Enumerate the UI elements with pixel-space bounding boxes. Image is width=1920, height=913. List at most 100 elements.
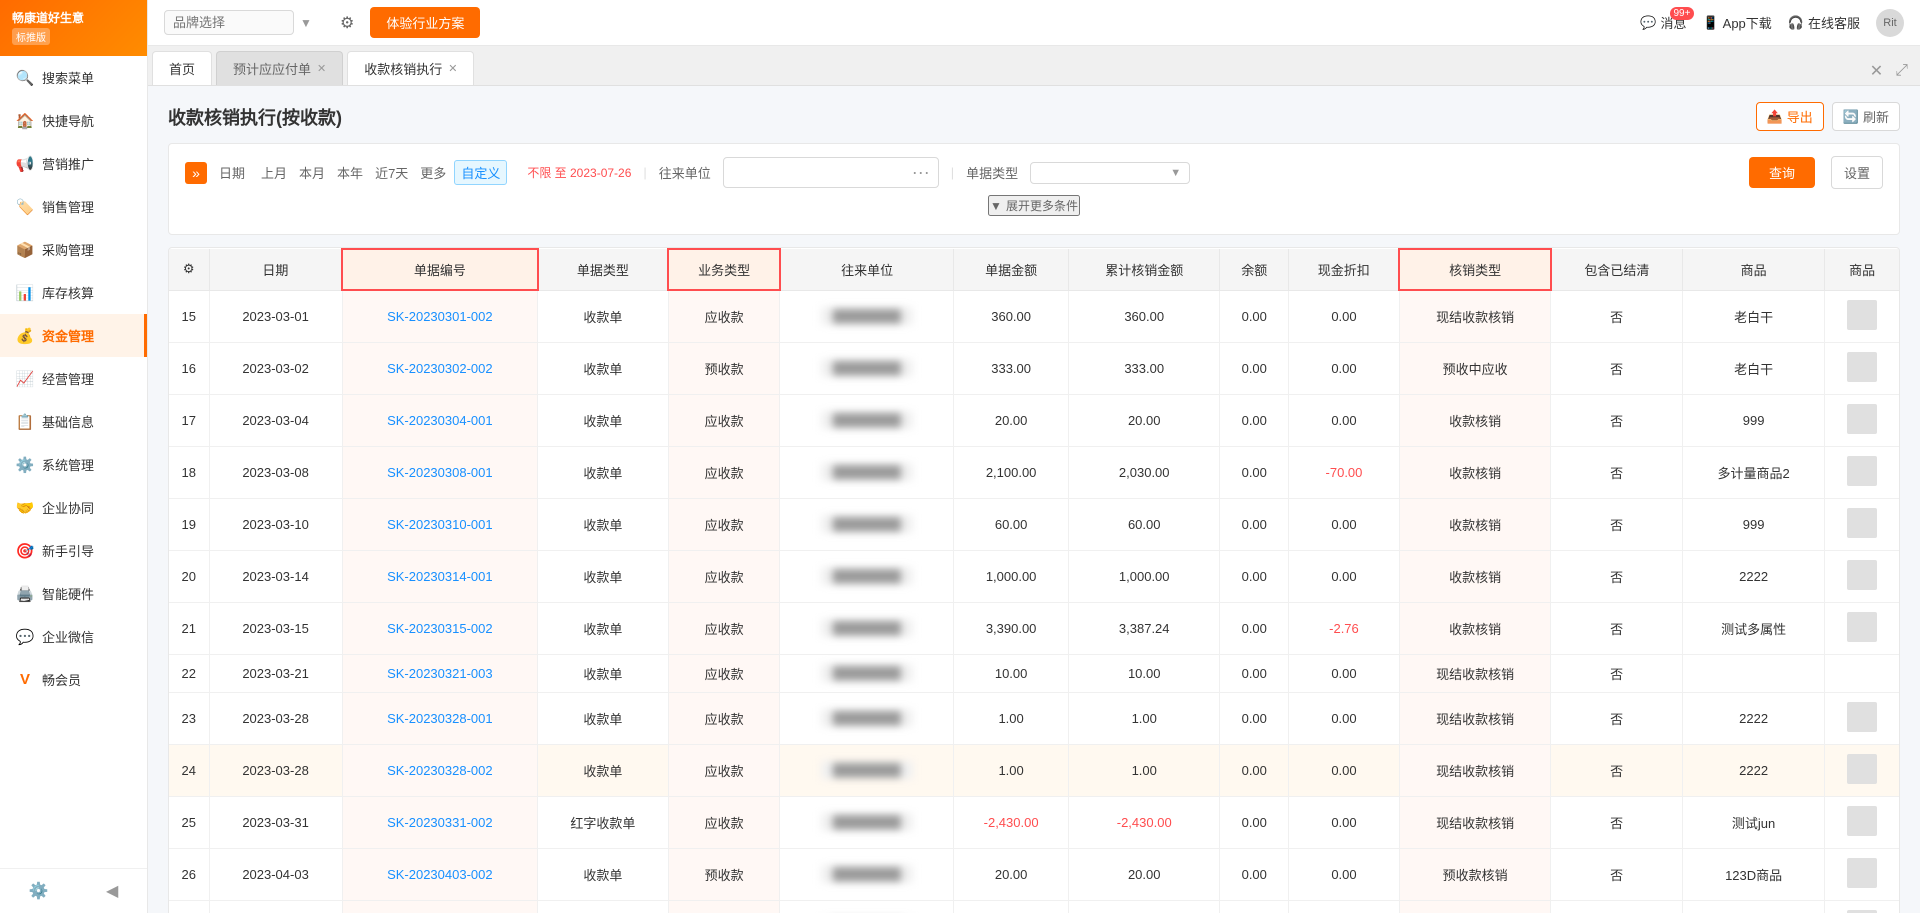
table-row[interactable]: 24 2023-03-28 SK-20230328-002 收款单 应收款 ██… [169, 744, 1899, 796]
date-more-btn[interactable]: 更多 [416, 161, 450, 184]
table-row[interactable]: 17 2023-03-04 SK-20230304-001 收款单 应收款 ██… [169, 394, 1899, 446]
refresh-button[interactable]: 🔄 刷新 [1832, 102, 1900, 131]
page-title: 收款核销执行(按收款) [168, 104, 342, 130]
doc-no-link[interactable]: SK-20230315-002 [387, 621, 493, 636]
doc-no-link[interactable]: SK-20230302-002 [387, 361, 493, 376]
tab-close-all-icon[interactable]: ✕ [1866, 57, 1887, 85]
date-custom-btn[interactable]: 自定义 [454, 160, 507, 185]
sidebar-item-nav[interactable]: 🏠 快捷导航 [0, 99, 147, 142]
cell-goods-img [1825, 602, 1899, 654]
online-service-button[interactable]: 🎧 在线客服 [1788, 13, 1860, 32]
brand-selector[interactable] [164, 10, 294, 35]
sidebar-item-label: 企业微信 [42, 627, 94, 646]
doc-no-link[interactable]: SK-20230403-002 [387, 867, 493, 882]
doc-no-link[interactable]: SK-20230304-001 [387, 413, 493, 428]
table-row[interactable]: 19 2023-03-10 SK-20230310-001 收款单 应收款 ██… [169, 498, 1899, 550]
cell-no: 24 [169, 744, 209, 796]
brand-dropdown-icon[interactable]: ▼ [300, 16, 312, 30]
tab-expand-icon[interactable]: ⤢ [1891, 58, 1912, 84]
sidebar-item-inventory[interactable]: 📊 库存核算 [0, 271, 147, 314]
sidebar-item-purchase[interactable]: 📦 采购管理 [0, 228, 147, 271]
sidebar-item-label: 销售管理 [42, 197, 94, 216]
sidebar: 畅康道好生意 标推版 🔍 搜索菜单 🏠 快捷导航 📢 营销推广 🏷️ 销售管理 … [0, 0, 148, 913]
th-goods-img: 商品 [1825, 249, 1899, 290]
cell-goods: 999 [1682, 498, 1824, 550]
doc-no-link[interactable]: SK-20230331-002 [387, 815, 493, 830]
table-row[interactable]: 16 2023-03-02 SK-20230302-002 收款单 预收款 ██… [169, 342, 1899, 394]
partner-input[interactable] [732, 165, 908, 180]
table-row[interactable]: 21 2023-03-15 SK-20230315-002 收款单 应收款 ██… [169, 602, 1899, 654]
cell-include-cleared: 否 [1551, 394, 1683, 446]
doc-type-select-wrap[interactable]: ▼ [1030, 162, 1190, 184]
sales-icon: 🏷️ [16, 198, 34, 216]
tab-receipt-label: 收款核销执行 [364, 59, 442, 78]
date-last-month-btn[interactable]: 上月 [257, 161, 291, 184]
doc-no-link[interactable]: SK-20230328-001 [387, 711, 493, 726]
cell-include-cleared: 否 [1551, 900, 1683, 913]
tab-payable-close[interactable]: ✕ [317, 62, 326, 75]
topbar-gear-icon[interactable]: ⚙ [336, 9, 358, 37]
sidebar-item-corp[interactable]: 🤝 企业协同 [0, 486, 147, 529]
table-row[interactable]: 23 2023-03-28 SK-20230328-001 收款单 应收款 ██… [169, 692, 1899, 744]
date-7days-btn[interactable]: 近7天 [371, 161, 412, 184]
cell-verify-type: 预收中应收 [1399, 342, 1551, 394]
collapse-icon[interactable]: ◀ [98, 877, 126, 905]
sidebar-item-operations[interactable]: 📈 经营管理 [0, 357, 147, 400]
table-row[interactable]: 15 2023-03-01 SK-20230301-002 收款单 应收款 ██… [169, 290, 1899, 342]
table-row[interactable]: 27 2023-04-08 SK-20230408-001 收款单 应收款 ██… [169, 900, 1899, 913]
cell-verify-type: 现结收款核销 [1399, 900, 1551, 913]
query-button[interactable]: 查询 [1749, 157, 1815, 188]
table-row[interactable]: 18 2023-03-08 SK-20230308-001 收款单 应收款 ██… [169, 446, 1899, 498]
th-discount: 现金折扣 [1289, 249, 1400, 290]
goods-thumbnail [1847, 352, 1877, 382]
cell-verify-type: 现结收款核销 [1399, 654, 1551, 692]
goods-thumbnail [1847, 806, 1877, 836]
cell-biz-type: 应收款 [668, 602, 780, 654]
tab-receipt-close[interactable]: ✕ [448, 62, 457, 75]
doc-no-link[interactable]: SK-20230301-002 [387, 309, 493, 324]
sidebar-item-member[interactable]: V 畅会员 [0, 658, 147, 701]
cell-date: 2023-03-10 [209, 498, 342, 550]
doc-no-link[interactable]: SK-20230328-002 [387, 763, 493, 778]
tab-payable[interactable]: 预计应应付单 ✕ [216, 51, 343, 85]
sidebar-item-label: 采购管理 [42, 240, 94, 259]
filter-toggle-button[interactable]: » [185, 162, 207, 184]
tab-receipt[interactable]: 收款核销执行 ✕ [347, 51, 474, 85]
cell-biz-type: 应收款 [668, 550, 780, 602]
setting-button[interactable]: 设置 [1831, 156, 1883, 189]
cell-doc-type: 收款单 [538, 394, 669, 446]
table-row[interactable]: 22 2023-03-21 SK-20230321-003 收款单 应收款 ██… [169, 654, 1899, 692]
sidebar-item-label: 资金管理 [42, 326, 94, 345]
expand-more-button[interactable]: ▼ 展开更多条件 [988, 195, 1080, 216]
partner-blurred: ████████ [821, 463, 913, 481]
partner-dots-button[interactable]: ··· [912, 162, 930, 183]
finance-icon: 💰 [16, 327, 34, 345]
sidebar-item-hardware[interactable]: 🖨️ 智能硬件 [0, 572, 147, 615]
export-button[interactable]: 📤 导出 [1756, 102, 1824, 131]
settings-bottom-icon[interactable]: ⚙️ [21, 877, 57, 905]
sidebar-item-finance[interactable]: 💰 资金管理 [0, 314, 147, 357]
sidebar-item-wechat[interactable]: 💬 企业微信 [0, 615, 147, 658]
sidebar-item-basic[interactable]: 📋 基础信息 [0, 400, 147, 443]
date-this-year-btn[interactable]: 本年 [333, 161, 367, 184]
table-row[interactable]: 26 2023-04-03 SK-20230403-002 收款单 预收款 ██… [169, 848, 1899, 900]
th-gear[interactable]: ⚙ [169, 249, 209, 290]
data-table-wrap: ⚙ 日期 单据编号 单据类型 业务类型 往来单位 单据金额 累计核销金额 余额 … [168, 247, 1900, 913]
sidebar-item-marketing[interactable]: 📢 营销推广 [0, 142, 147, 185]
doc-no-link[interactable]: SK-20230321-003 [387, 666, 493, 681]
sidebar-item-system[interactable]: ⚙️ 系统管理 [0, 443, 147, 486]
user-avatar[interactable]: Rit [1876, 9, 1904, 37]
sidebar-item-search[interactable]: 🔍 搜索菜单 [0, 56, 147, 99]
app-download-button[interactable]: 📱 App下载 [1702, 13, 1771, 32]
sidebar-item-guide[interactable]: 🎯 新手引导 [0, 529, 147, 572]
message-button[interactable]: 💬 消息 99+ [1640, 13, 1686, 32]
sidebar-item-sales[interactable]: 🏷️ 销售管理 [0, 185, 147, 228]
table-row[interactable]: 20 2023-03-14 SK-20230314-001 收款单 应收款 ██… [169, 550, 1899, 602]
doc-no-link[interactable]: SK-20230308-001 [387, 465, 493, 480]
tab-home[interactable]: 首页 [152, 51, 212, 85]
date-this-month-btn[interactable]: 本月 [295, 161, 329, 184]
table-row[interactable]: 25 2023-03-31 SK-20230331-002 红字收款单 应收款 … [169, 796, 1899, 848]
doc-no-link[interactable]: SK-20230314-001 [387, 569, 493, 584]
doc-no-link[interactable]: SK-20230310-001 [387, 517, 493, 532]
solution-button[interactable]: 体验行业方案 [370, 7, 480, 38]
